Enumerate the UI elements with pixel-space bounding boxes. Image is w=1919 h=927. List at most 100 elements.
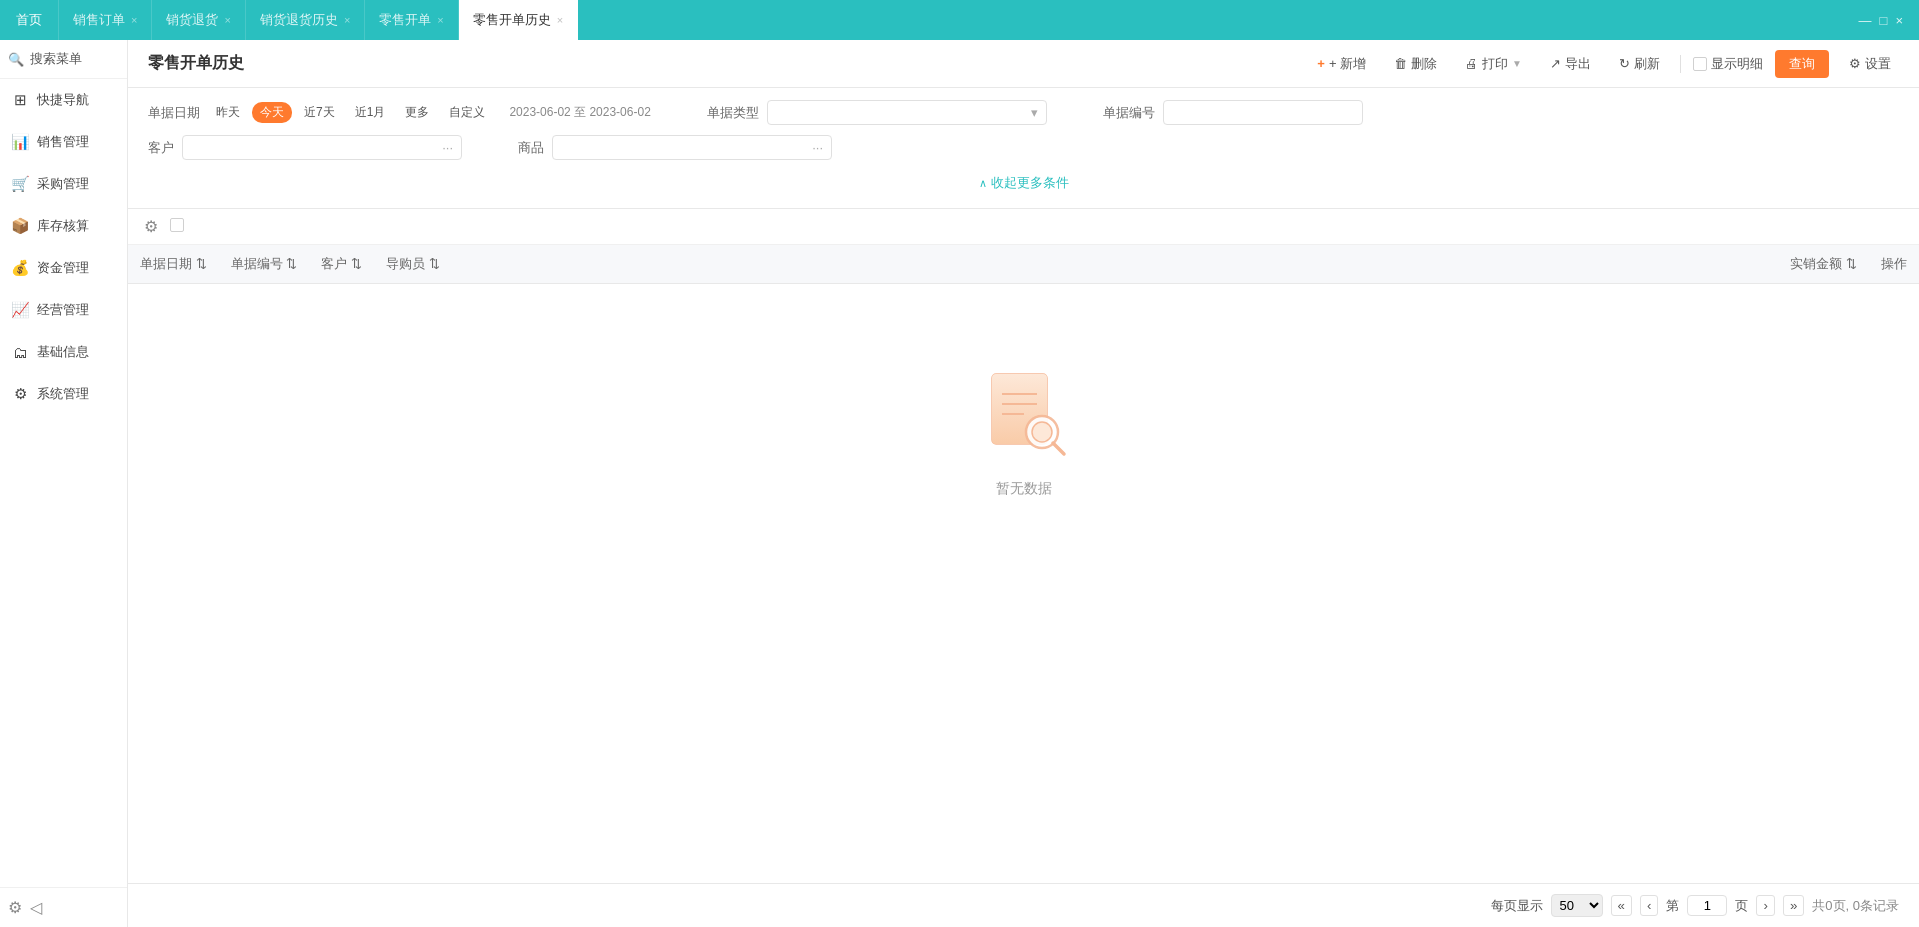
first-page-button[interactable]: «: [1611, 895, 1632, 916]
sidebar-item-finance-label: 资金管理: [37, 259, 89, 277]
page-size-label: 每页显示: [1491, 897, 1543, 915]
sidebar-settings-icon[interactable]: ⚙: [8, 898, 22, 917]
sidebar-collapse-icon[interactable]: ◁: [30, 898, 42, 917]
filter-collapse-toggle[interactable]: ∧ 收起更多条件: [148, 170, 1899, 200]
number-filter-input[interactable]: [1163, 100, 1363, 125]
col-action-label: 操作: [1881, 256, 1907, 271]
show-detail-checkbox[interactable]: [1693, 57, 1707, 71]
sidebar-item-sales[interactable]: 📊 销售管理: [0, 121, 127, 163]
col-customer-sort-icon[interactable]: ⇅: [351, 256, 362, 271]
prev-page-button[interactable]: ‹: [1640, 895, 1658, 916]
svg-line-7: [1053, 443, 1064, 454]
delete-button[interactable]: 🗑 删除: [1386, 51, 1445, 77]
refresh-button[interactable]: ↻ 刷新: [1611, 51, 1668, 77]
col-customer-label: 客户: [321, 256, 347, 271]
minimize-btn[interactable]: —: [1859, 13, 1872, 28]
sidebar: 🔍 搜索菜单 ⊞ 快捷导航 📊 销售管理 🛒 采购管理 📦 库存核算 💰 资金管…: [0, 40, 128, 927]
finance-icon: 💰: [11, 259, 29, 277]
date-pill-today[interactable]: 今天: [252, 102, 292, 123]
col-amount-sort-icon[interactable]: ⇅: [1846, 256, 1857, 271]
main-layout: 🔍 搜索菜单 ⊞ 快捷导航 📊 销售管理 🛒 采购管理 📦 库存核算 💰 资金管…: [0, 40, 1919, 927]
col-salesperson-sort-icon[interactable]: ⇅: [429, 256, 440, 271]
sidebar-item-system[interactable]: ⚙ 系统管理: [0, 373, 127, 415]
sidebar-item-quick-nav[interactable]: ⊞ 快捷导航: [0, 79, 127, 121]
table-toolbar: ⚙: [128, 209, 1919, 245]
close-btn[interactable]: ×: [1895, 13, 1903, 28]
tab-sales-order-close[interactable]: ×: [131, 14, 137, 26]
next-page-button[interactable]: ›: [1756, 895, 1774, 916]
type-filter-select[interactable]: ▾: [767, 100, 1047, 125]
date-filter-label: 单据日期: [148, 104, 200, 122]
stock-icon: 📦: [11, 217, 29, 235]
customer-filter-select[interactable]: ···: [182, 135, 462, 160]
top-nav: 首页 销售订单 × 销货退货 × 销货退货历史 × 零售开单 × 零售开单历史 …: [0, 0, 1919, 40]
col-date: 单据日期 ⇅: [128, 245, 219, 284]
date-pill-7days[interactable]: 近7天: [296, 102, 343, 123]
page-size-select[interactable]: 20 50 100: [1551, 894, 1603, 917]
sidebar-item-base[interactable]: 🗂 基础信息: [0, 331, 127, 373]
tab-sales-return-history[interactable]: 销货退货历史 ×: [246, 0, 365, 40]
tab-retail-open-close[interactable]: ×: [437, 14, 443, 26]
tab-home[interactable]: 首页: [0, 0, 59, 40]
table-container: ⚙ 单据日期 ⇅ 单据编号 ⇅: [128, 209, 1919, 883]
tab-sales-return-close[interactable]: ×: [224, 14, 230, 26]
data-table: 单据日期 ⇅ 单据编号 ⇅ 客户 ⇅ 导购员 ⇅: [128, 245, 1919, 578]
sidebar-item-manage[interactable]: 📈 经营管理: [0, 289, 127, 331]
goods-dots: ···: [812, 140, 823, 155]
show-detail-label: 显示明细: [1711, 55, 1763, 73]
delete-icon: 🗑: [1394, 56, 1407, 71]
date-pill-custom[interactable]: 自定义: [441, 102, 493, 123]
page-suffix-label: 页: [1735, 897, 1748, 915]
tab-retail-open-label: 零售开单: [379, 11, 431, 29]
tab-sales-return-history-close[interactable]: ×: [344, 14, 350, 26]
empty-state-row: 暂无数据: [128, 284, 1919, 579]
sidebar-search[interactable]: 🔍 搜索菜单: [0, 40, 127, 79]
export-button[interactable]: ↗ 导出: [1542, 51, 1599, 77]
goods-filter-select[interactable]: ···: [552, 135, 832, 160]
filter-area: 单据日期 昨天 今天 近7天 近1月 更多 自定义 2023-06-02 至 2…: [128, 88, 1919, 209]
print-label: 打印: [1482, 55, 1508, 73]
sidebar-item-finance[interactable]: 💰 资金管理: [0, 247, 127, 289]
table-body: 暂无数据: [128, 284, 1919, 579]
settings-button[interactable]: ⚙ 设置: [1841, 51, 1899, 77]
col-date-sort-icon[interactable]: ⇅: [196, 256, 207, 271]
table-settings-icon[interactable]: ⚙: [144, 217, 158, 236]
col-spacer: [452, 245, 1779, 284]
tab-retail-open[interactable]: 零售开单 ×: [365, 0, 458, 40]
sidebar-item-stock-label: 库存核算: [37, 217, 89, 235]
sidebar-item-stock[interactable]: 📦 库存核算: [0, 205, 127, 247]
sidebar-item-sales-label: 销售管理: [37, 133, 89, 151]
pagination: 每页显示 20 50 100 « ‹ 第 页 › » 共0页, 0条记录: [128, 883, 1919, 927]
collapse-label: 收起更多条件: [991, 174, 1069, 192]
date-pill-more[interactable]: 更多: [397, 102, 437, 123]
date-pill-yesterday[interactable]: 昨天: [208, 102, 248, 123]
print-icon: 🖨: [1465, 56, 1478, 71]
select-all-checkbox[interactable]: [170, 218, 184, 235]
show-detail-checkbox-group[interactable]: 显示明细: [1693, 55, 1763, 73]
last-page-button[interactable]: »: [1783, 895, 1804, 916]
print-button[interactable]: 🖨 打印 ▼: [1457, 51, 1530, 77]
customer-filter-group: 客户 ···: [148, 135, 462, 160]
sidebar-item-base-label: 基础信息: [37, 343, 89, 361]
col-salesperson-label: 导购员: [386, 256, 425, 271]
content-area: 零售开单历史 + + 新增 🗑 删除 🖨 打印 ▼ ↗ 导出: [128, 40, 1919, 927]
page-input[interactable]: [1687, 895, 1727, 916]
tab-retail-history-close[interactable]: ×: [557, 14, 563, 26]
sidebar-item-purchase[interactable]: 🛒 采购管理: [0, 163, 127, 205]
date-filter-group: 单据日期 昨天 今天 近7天 近1月 更多 自定义 2023-06-02 至 2…: [148, 102, 651, 123]
tab-retail-history[interactable]: 零售开单历史 ×: [459, 0, 578, 40]
add-label: + 新增: [1329, 55, 1366, 73]
tab-sales-order[interactable]: 销售订单 ×: [59, 0, 152, 40]
filter-row-2: 客户 ··· 商品 ···: [148, 135, 1899, 160]
collapse-icon: ∧: [979, 177, 987, 190]
empty-state: 暂无数据: [128, 284, 1919, 578]
sidebar-item-system-label: 系统管理: [37, 385, 89, 403]
tab-sales-return[interactable]: 销货退货 ×: [152, 0, 245, 40]
date-pill-1month[interactable]: 近1月: [347, 102, 394, 123]
col-number-sort-icon[interactable]: ⇅: [286, 256, 297, 271]
query-button[interactable]: 查询: [1775, 50, 1829, 78]
system-icon: ⚙: [11, 385, 29, 403]
maximize-btn[interactable]: □: [1880, 13, 1888, 28]
add-button[interactable]: + + 新增: [1309, 51, 1374, 77]
tab-retail-history-label: 零售开单历史: [473, 11, 551, 29]
